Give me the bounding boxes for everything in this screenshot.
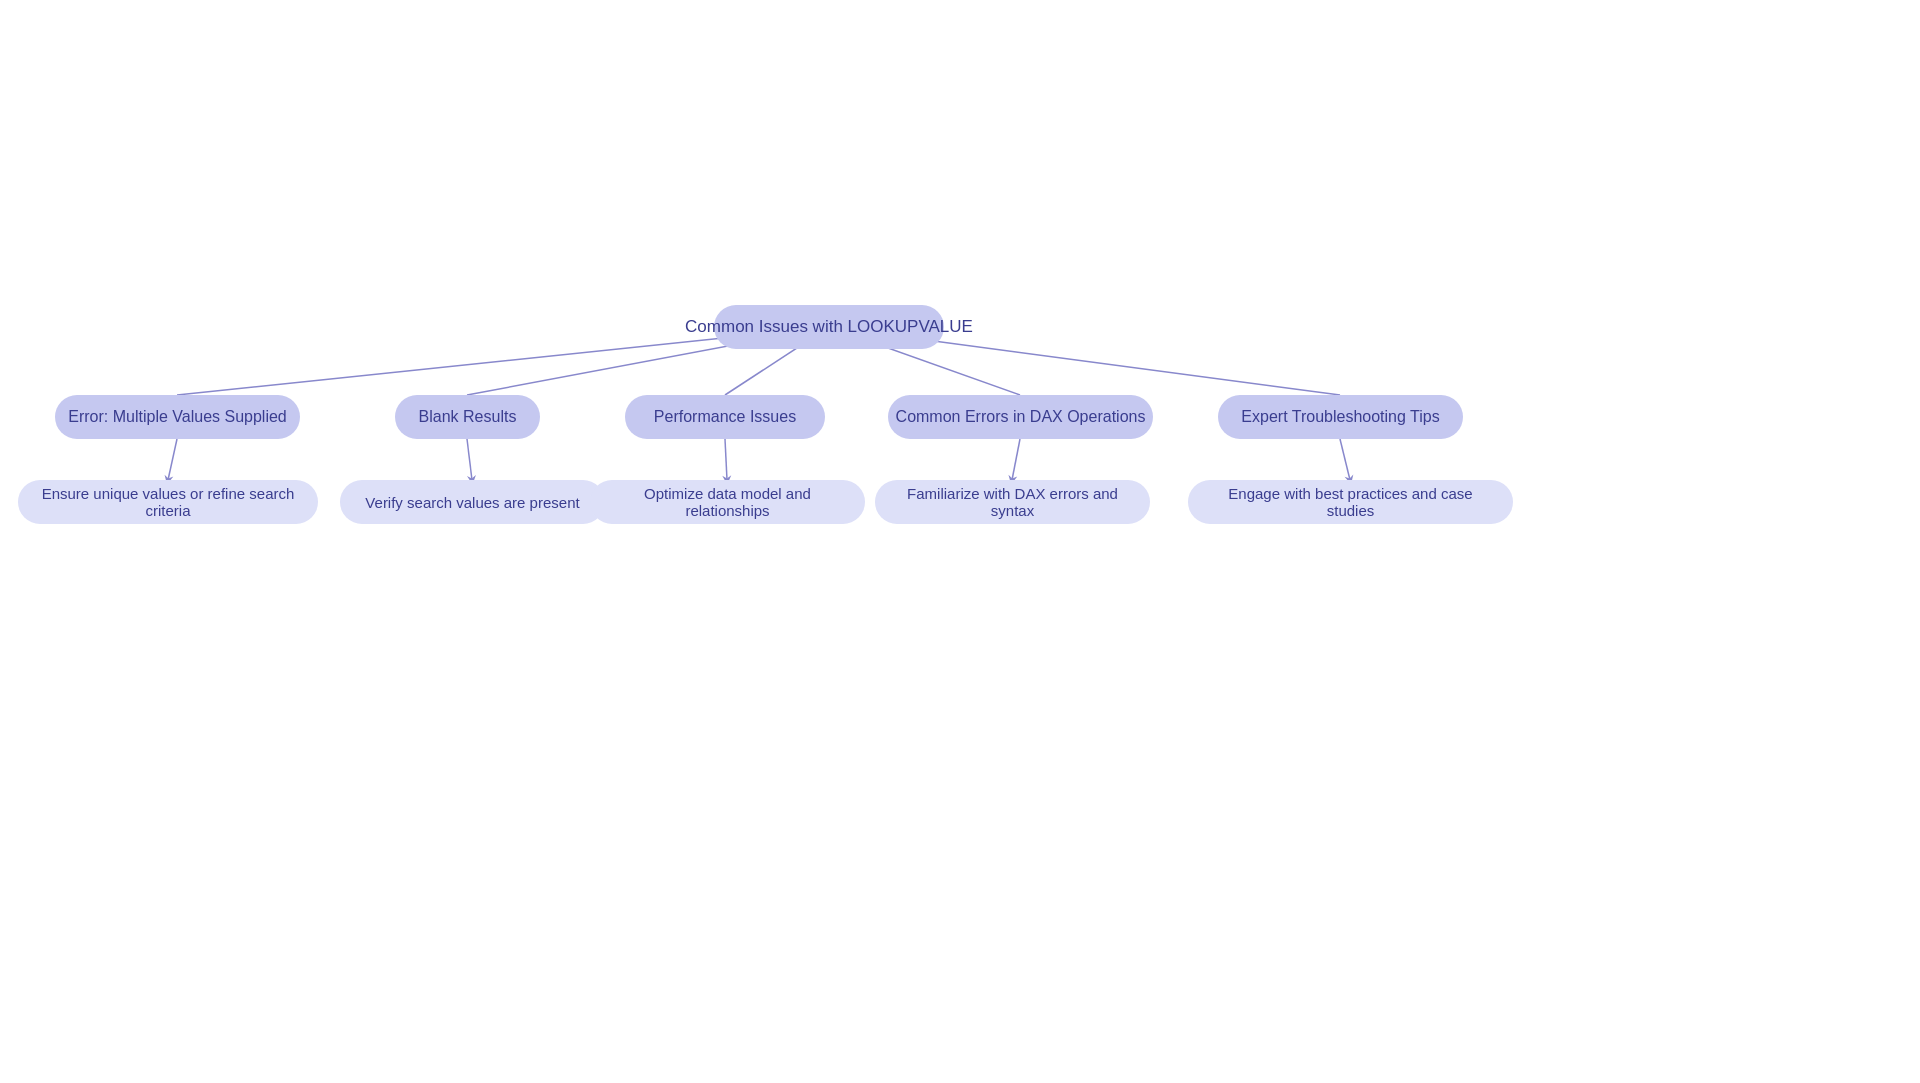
child-node-3: Performance Issues	[625, 395, 825, 439]
leaf-node-5: Engage with best practices and case stud…	[1188, 480, 1513, 524]
diagram-container: Common Issues with LOOKUPVALUE Error: Mu…	[0, 0, 1920, 1083]
child-node-1: Error: Multiple Values Supplied	[55, 395, 300, 439]
svg-line-6	[467, 439, 472, 480]
child-node-5: Expert Troubleshooting Tips	[1218, 395, 1463, 439]
root-node: Common Issues with LOOKUPVALUE	[714, 305, 944, 349]
svg-line-5	[168, 439, 177, 480]
child-node-2: Blank Results	[395, 395, 540, 439]
leaf-node-2: Verify search values are present	[340, 480, 605, 524]
child-node-4: Common Errors in DAX Operations	[888, 395, 1153, 439]
svg-line-8	[1012, 439, 1020, 480]
svg-line-9	[1340, 439, 1350, 480]
svg-line-7	[725, 439, 727, 480]
connector-svg	[0, 0, 1920, 1083]
leaf-node-4: Familiarize with DAX errors and syntax	[875, 480, 1150, 524]
leaf-node-1: Ensure unique values or refine search cr…	[18, 480, 318, 524]
leaf-node-3: Optimize data model and relationships	[590, 480, 865, 524]
